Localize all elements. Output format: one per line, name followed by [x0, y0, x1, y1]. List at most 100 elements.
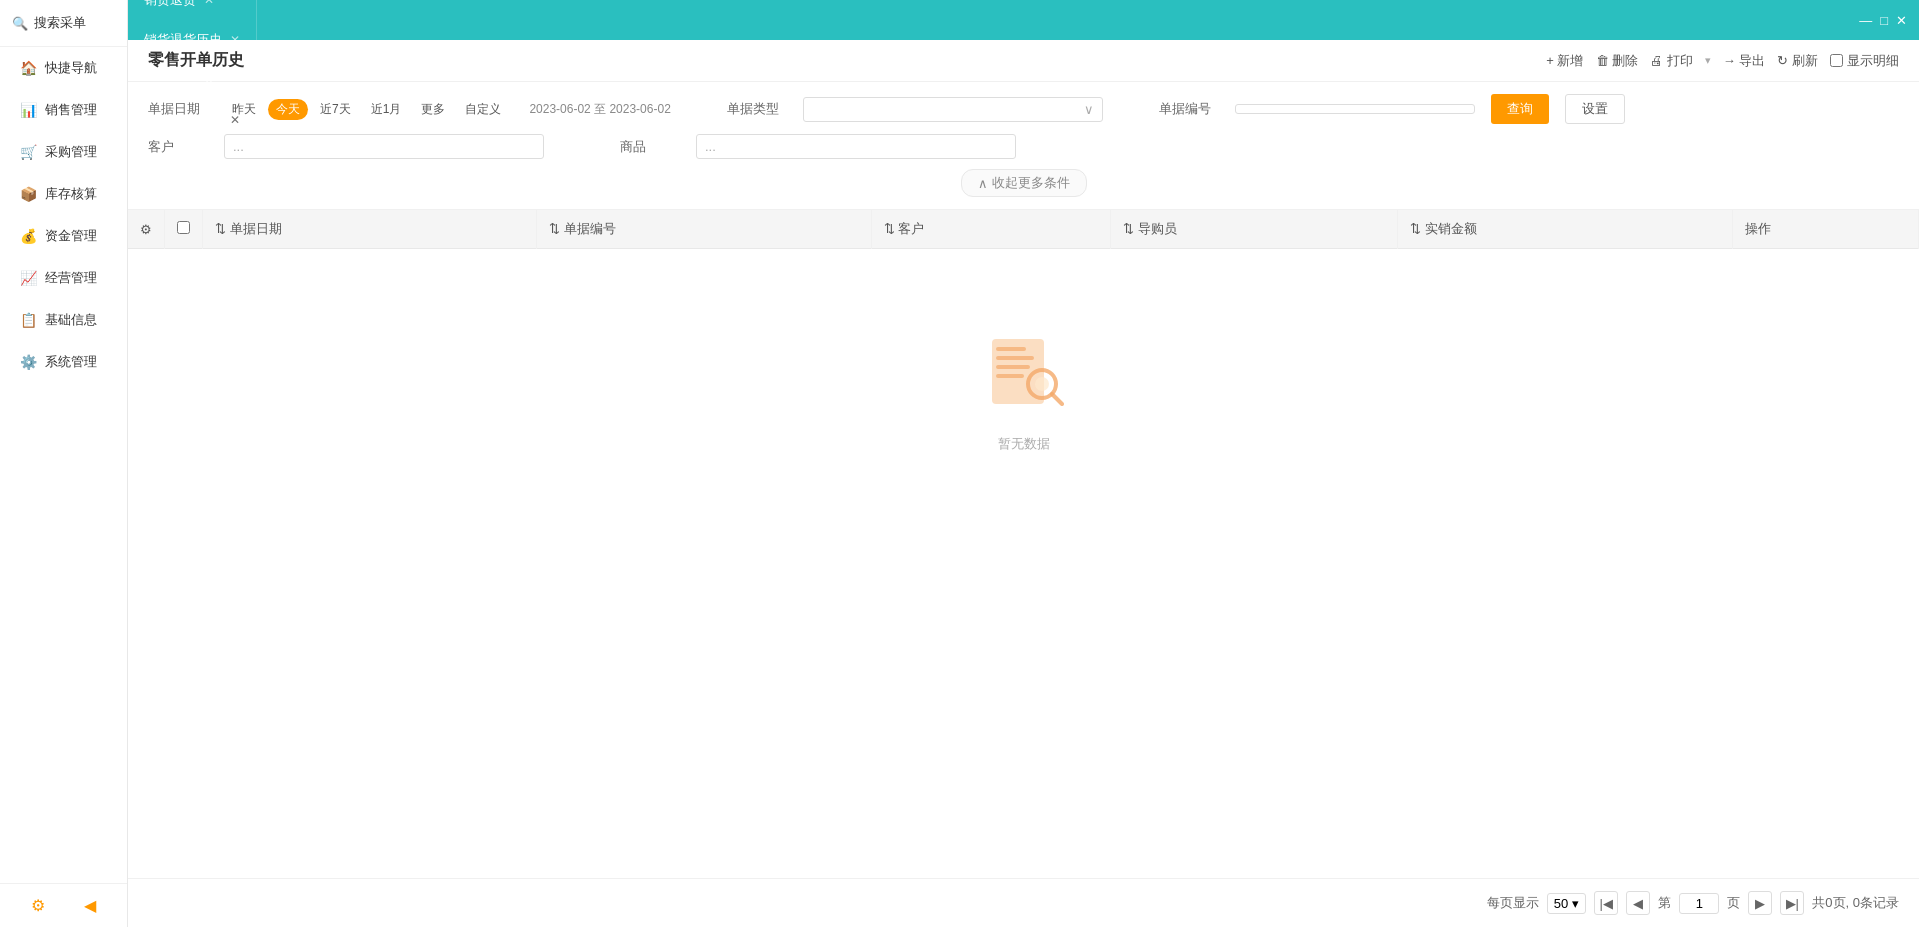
date-opt-今天[interactable]: 今天 — [268, 99, 308, 120]
th-number[interactable]: ⇅ 单据编号 — [537, 210, 871, 249]
goods-input[interactable]: ... — [696, 134, 1016, 159]
empty-text: 暂无数据 — [998, 435, 1050, 453]
customer-input[interactable]: ... — [224, 134, 544, 159]
settings-icon[interactable]: ⚙ — [31, 896, 45, 915]
empty-state: 暂无数据 — [128, 249, 1919, 533]
date-label: 单据日期 — [148, 100, 208, 118]
export-button[interactable]: → 导出 — [1723, 52, 1766, 70]
window-close[interactable]: ✕ — [1896, 13, 1907, 28]
svg-point-7 — [1035, 377, 1049, 391]
th-action: 操作 — [1732, 210, 1918, 249]
type-arrow: ∨ — [1084, 102, 1094, 117]
sidebar-item-inventory[interactable]: 📦 库存核算 — [0, 173, 127, 215]
page-word: 第 — [1658, 894, 1671, 912]
goods-placeholder: ... — [705, 139, 716, 154]
page-size-select[interactable]: 50 ▾ — [1547, 893, 1586, 914]
th-amount[interactable]: ⇅ 实销金额 — [1398, 210, 1732, 249]
delete-button[interactable]: 🗑 删除 — [1596, 52, 1639, 70]
collapse-up-icon: ∧ — [978, 176, 988, 191]
tab-close-sales-return-history[interactable]: ✕ — [230, 33, 240, 47]
query-button[interactable]: 查询 — [1491, 94, 1549, 124]
sidebar-icon-system: ⚙️ — [19, 353, 37, 371]
sidebar-item-quick-nav[interactable]: 🏠快捷导航 — [0, 47, 127, 89]
sidebar-item-sales-mgmt[interactable]: 📊 销售管理 — [0, 89, 127, 131]
per-page-label: 每页显示 — [1487, 894, 1539, 912]
date-opt-近1月[interactable]: 近1月 — [363, 99, 410, 120]
collapse-button[interactable]: ∧ 收起更多条件 — [961, 169, 1087, 197]
next-page-button[interactable]: ▶ — [1748, 891, 1772, 915]
sidebar-label-purchase-mgmt: 采购管理 — [45, 143, 97, 161]
window-maximize[interactable]: □ — [1880, 13, 1888, 28]
data-table: ⚙ ⇅ 单据日期⇅ 单据编号⇅ 客户⇅ 导购员⇅ 实销金额操作 — [128, 210, 1919, 249]
pagination: 每页显示 50 ▾ |◀ ◀ 第 页 ▶ ▶| 共0页, 0条记录 — [128, 878, 1919, 927]
search-icon: 🔍 — [12, 16, 28, 31]
sidebar-item-finance[interactable]: 💰资金管理 — [0, 215, 127, 257]
collapse-label: 收起更多条件 — [992, 174, 1070, 192]
gear-icon[interactable]: ⚙ — [140, 222, 152, 237]
date-options: 昨天今天近7天近1月更多自定义 — [224, 99, 509, 120]
tab-close-sales-return[interactable]: ✕ — [204, 0, 214, 7]
th-check — [165, 210, 203, 249]
type-select[interactable]: ∨ — [803, 97, 1103, 122]
th-customer[interactable]: ⇅ 客户 — [871, 210, 1111, 249]
refresh-button[interactable]: ↻ 刷新 — [1777, 52, 1818, 70]
table-area: ⚙ ⇅ 单据日期⇅ 单据编号⇅ 客户⇅ 导购员⇅ 实销金额操作 — [128, 210, 1919, 878]
sidebar-icon-finance: 💰 — [19, 227, 37, 245]
sidebar-bottom: ⚙ ◀ — [0, 883, 127, 927]
sidebar-label-sales-mgmt: 销售管理 — [45, 101, 97, 119]
sidebar-label-system: 系统管理 — [45, 353, 97, 371]
show-detail-toggle[interactable]: 显示明细 — [1830, 52, 1899, 70]
page-size-value: 50 — [1554, 896, 1568, 911]
print-arrow[interactable]: ▾ — [1705, 54, 1711, 67]
filter-row-1: 单据日期 昨天今天近7天近1月更多自定义 2023-06-02 至 2023-0… — [148, 94, 1899, 124]
print-button[interactable]: 🖨 打印 — [1650, 52, 1693, 70]
tab-close-retail-open-history[interactable]: ✕ — [230, 113, 240, 127]
tab-sales-return[interactable]: 销货退货 ✕ — [128, 0, 257, 20]
goods-label: 商品 — [620, 138, 680, 156]
tab-bar-right: — □ ✕ — [1859, 13, 1919, 28]
customer-label: 客户 — [148, 138, 208, 156]
sidebar-item-purchase-mgmt[interactable]: 🛒采购管理 — [0, 131, 127, 173]
show-detail-label: 显示明细 — [1847, 52, 1899, 70]
collapse-row: ∧ 收起更多条件 — [148, 169, 1899, 197]
sidebar-search[interactable]: 🔍 搜索采单 — [0, 0, 127, 47]
date-range: 2023-06-02 至 2023-06-02 — [529, 101, 670, 118]
number-label: 单据编号 — [1159, 100, 1219, 118]
sidebar-icon-sales-mgmt: 📊 — [19, 101, 37, 119]
content-area: 零售开单历史 + 新增 🗑 删除 🖨 打印 ▾ → 导出 ↻ 刷新 显示明细 单… — [128, 40, 1919, 927]
prev-page-button[interactable]: ◀ — [1626, 891, 1650, 915]
page-header: 零售开单历史 + 新增 🗑 删除 🖨 打印 ▾ → 导出 ↻ 刷新 显示明细 — [128, 40, 1919, 82]
col-sort-icon-customer: ⇅ — [884, 221, 895, 236]
first-page-button[interactable]: |◀ — [1594, 891, 1618, 915]
date-opt-自定义[interactable]: 自定义 — [457, 99, 509, 120]
window-minimize[interactable]: — — [1859, 13, 1872, 28]
sidebar-icon-inventory: 📦 — [19, 185, 37, 203]
select-all-checkbox[interactable] — [177, 221, 190, 234]
sidebar-icon-quick-nav: 🏠 — [19, 59, 37, 77]
type-label: 单据类型 — [727, 100, 787, 118]
sidebar-item-operations[interactable]: 📈经营管理 — [0, 257, 127, 299]
sidebar-search-label: 搜索采单 — [34, 14, 86, 32]
tab-close-retail-open[interactable]: ✕ — [204, 73, 214, 87]
collapse-icon[interactable]: ◀ — [84, 896, 96, 915]
date-opt-近7天[interactable]: 近7天 — [312, 99, 359, 120]
table-header: ⚙ ⇅ 单据日期⇅ 单据编号⇅ 客户⇅ 导购员⇅ 实销金额操作 — [128, 210, 1919, 249]
tab-bar: 首页销售订单✕销货退货✕销货退货历史✕零售开单✕零售开单历史✕ — □ ✕ — [128, 0, 1919, 40]
sidebar-label-inventory: 库存核算 — [45, 185, 97, 203]
sidebar: 🔍 搜索采单 🏠快捷导航 📊 销售管理 🛒采购管理 📦 库存核算 💰资金管理📈经营管理📋基础… — [0, 0, 128, 927]
sidebar-item-system[interactable]: ⚙️ 系统管理 — [0, 341, 127, 383]
svg-rect-1 — [996, 347, 1026, 351]
date-opt-更多[interactable]: 更多 — [413, 99, 453, 120]
svg-rect-2 — [996, 356, 1034, 360]
number-input[interactable] — [1235, 104, 1475, 114]
add-button[interactable]: + 新增 — [1546, 52, 1583, 70]
page-input[interactable] — [1679, 893, 1719, 914]
sidebar-item-basic-info[interactable]: 📋基础信息 — [0, 299, 127, 341]
th-date[interactable]: ⇅ 单据日期 — [203, 210, 537, 249]
show-detail-checkbox-input[interactable] — [1830, 54, 1843, 67]
setting-button[interactable]: 设置 — [1565, 94, 1625, 124]
last-page-button[interactable]: ▶| — [1780, 891, 1804, 915]
tab-label-sales-return: 销货退货 — [144, 0, 196, 9]
th-guide[interactable]: ⇅ 导购员 — [1111, 210, 1398, 249]
page-label: 页 — [1727, 894, 1740, 912]
